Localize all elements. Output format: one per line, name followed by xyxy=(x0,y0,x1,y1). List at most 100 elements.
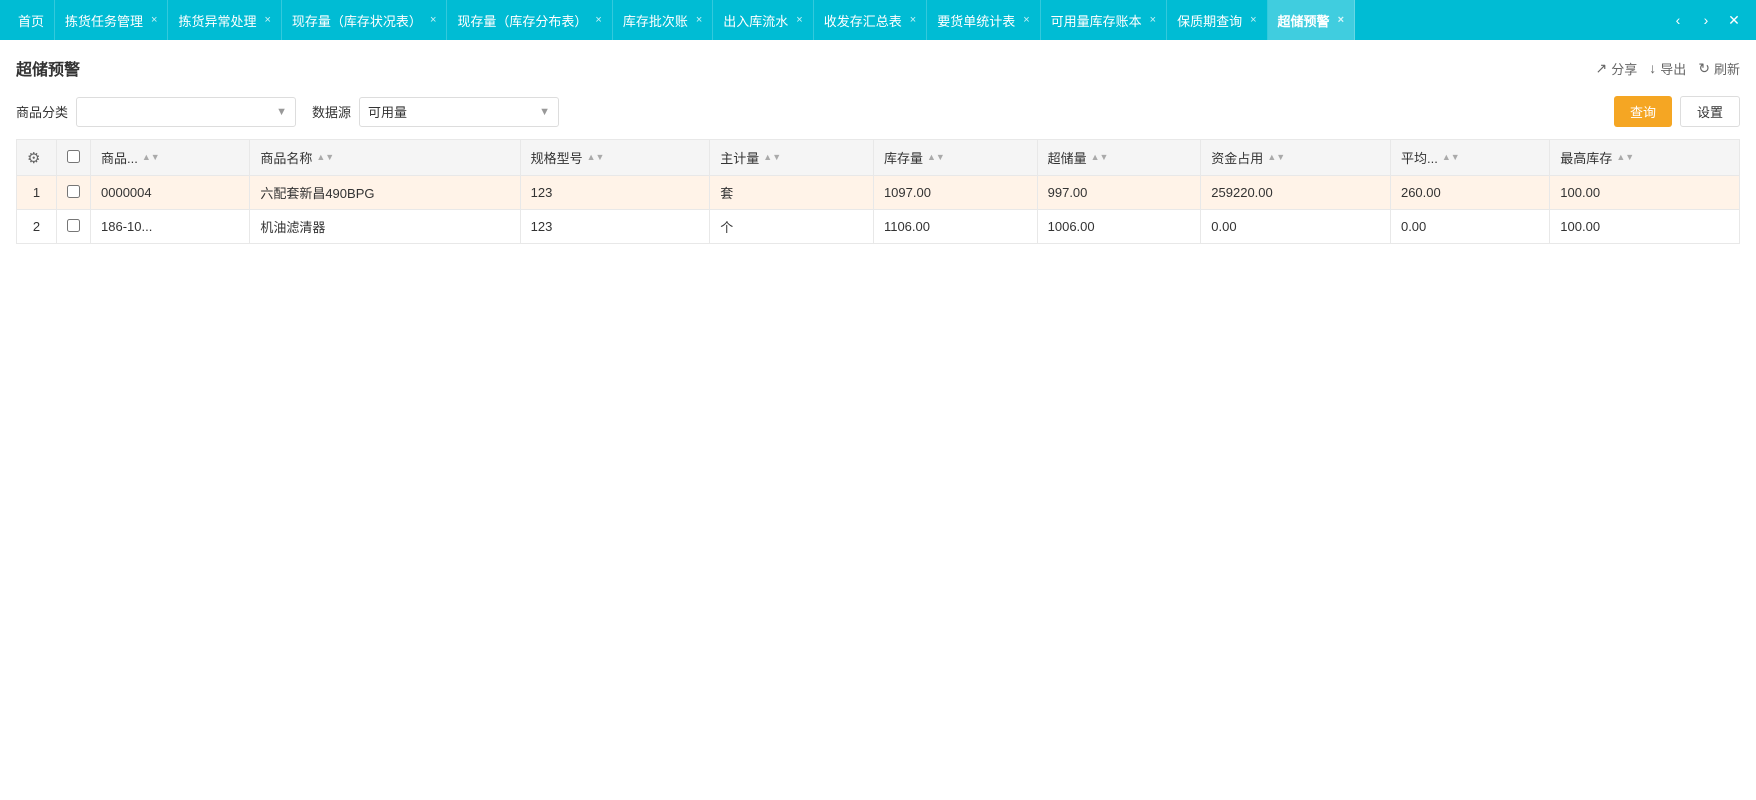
nav-item-label-2: 拣货异常处理 xyxy=(178,11,256,30)
row-unit-1: 个 xyxy=(710,210,874,244)
settings-gear-icon[interactable]: ⚙ xyxy=(27,150,40,167)
category-dropdown-icon: ▼ xyxy=(276,106,287,118)
nav-item-label-0: 首页 xyxy=(18,11,44,30)
nav-item-7[interactable]: 收发存汇总表 × xyxy=(814,0,927,40)
th-overstock: 超储量 ▲▼ xyxy=(1037,140,1201,176)
export-label: 导出 xyxy=(1660,59,1686,78)
nav-item-5[interactable]: 库存批次账 × xyxy=(613,0,713,40)
th-checkbox xyxy=(57,140,91,176)
export-button[interactable]: ↓ 导出 xyxy=(1649,59,1686,78)
table-body: 1 0000004 六配套新昌490BPG 123 套 1097.00 997.… xyxy=(17,176,1740,244)
row-overstock-0: 997.00 xyxy=(1037,176,1201,210)
th-avg-label: 平均... xyxy=(1401,148,1438,167)
refresh-button[interactable]: ↻ 刷新 xyxy=(1698,59,1740,78)
nav-item-8[interactable]: 要货单统计表 × xyxy=(927,0,1040,40)
row-checkbox-cell-0 xyxy=(57,176,91,210)
nav-prev-arrow[interactable]: ‹ xyxy=(1664,0,1692,40)
row-avg-0: 260.00 xyxy=(1390,176,1549,210)
nav-item-label-3: 现存量（库存状况表） xyxy=(292,11,422,30)
datasource-dropdown-icon: ▼ xyxy=(539,106,550,118)
row-name-1: 机油滤清器 xyxy=(250,210,520,244)
th-code-sort-icon[interactable]: ▲▼ xyxy=(142,153,160,162)
nav-item-label-9: 可用量库存账本 xyxy=(1051,11,1142,30)
nav-item-label-4: 现存量（库存分布表） xyxy=(457,11,587,30)
th-name-sort-icon[interactable]: ▲▼ xyxy=(316,153,334,162)
row-num-1: 2 xyxy=(17,210,57,244)
category-select[interactable]: ▼ xyxy=(76,97,296,127)
nav-close-5[interactable]: × xyxy=(696,14,702,26)
nav-item-label-8: 要货单统计表 xyxy=(937,11,1015,30)
nav-item-label-5: 库存批次账 xyxy=(623,11,688,30)
th-avg: 平均... ▲▼ xyxy=(1390,140,1549,176)
nav-close-7[interactable]: × xyxy=(910,14,916,26)
nav-close-2[interactable]: × xyxy=(264,14,270,26)
settings-button[interactable]: 设置 xyxy=(1680,96,1740,127)
nav-close-6[interactable]: × xyxy=(796,14,802,26)
header-row: ⚙ 商品... ▲▼ 商品名称 ▲▼ xyxy=(17,140,1740,176)
nav-item-0[interactable]: 首页 xyxy=(8,0,55,40)
nav-item-6[interactable]: 出入库流水× xyxy=(713,0,813,40)
table-row: 2 186-10... 机油滤清器 123 个 1106.00 1006.00 … xyxy=(17,210,1740,244)
nav-item-2[interactable]: 拣货异常处理 × xyxy=(168,0,281,40)
nav-close-arrow[interactable]: ✕ xyxy=(1720,0,1748,40)
nav-item-label-1: 拣货任务管理 xyxy=(65,11,143,30)
th-spec-label: 规格型号 xyxy=(531,148,583,167)
nav-next-arrow[interactable]: › xyxy=(1692,0,1720,40)
th-code: 商品... ▲▼ xyxy=(91,140,250,176)
th-maxstock: 最高库存 ▲▼ xyxy=(1550,140,1740,176)
row-name-0: 六配套新昌490BPG xyxy=(250,176,520,210)
th-code-label: 商品... xyxy=(101,148,138,167)
nav-item-1[interactable]: 拣货任务管理 × xyxy=(55,0,168,40)
nav-close-3[interactable]: × xyxy=(430,14,436,26)
nav-item-3[interactable]: 现存量（库存状况表） × xyxy=(282,0,447,40)
row-overstock-1: 1006.00 xyxy=(1037,210,1201,244)
row-num-0: 1 xyxy=(17,176,57,210)
nav-close-4[interactable]: × xyxy=(595,14,601,26)
row-unit-0: 套 xyxy=(710,176,874,210)
th-capital-sort-icon[interactable]: ▲▼ xyxy=(1267,153,1285,162)
table-row: 1 0000004 六配套新昌490BPG 123 套 1097.00 997.… xyxy=(17,176,1740,210)
nav-item-11[interactable]: 超储预警 × xyxy=(1268,0,1355,40)
share-button[interactable]: ↗ 分享 xyxy=(1595,59,1637,78)
th-avg-sort-icon[interactable]: ▲▼ xyxy=(1442,153,1460,162)
nav-bar: 首页拣货任务管理×拣货异常处理×现存量（库存状况表）×现存量（库存分布表）×库存… xyxy=(0,0,1756,40)
row-capital-1: 0.00 xyxy=(1201,210,1391,244)
th-overstock-sort-icon[interactable]: ▲▼ xyxy=(1091,153,1109,162)
th-maxstock-sort-icon[interactable]: ▲▼ xyxy=(1616,153,1634,162)
th-capital-label: 资金占用 xyxy=(1211,148,1263,167)
nav-close-9[interactable]: × xyxy=(1150,14,1156,26)
row-checkbox-cell-1 xyxy=(57,210,91,244)
nav-item-10[interactable]: 保质期查询× xyxy=(1167,0,1267,40)
th-name-label: 商品名称 xyxy=(260,148,312,167)
share-label: 分享 xyxy=(1611,59,1637,78)
export-icon: ↓ xyxy=(1649,60,1656,76)
page-content: 超储预警 ↗ 分享 ↓ 导出 ↻ 刷新 商品分类 ▼ 数据源 xyxy=(0,40,1756,800)
datasource-label: 数据源 xyxy=(312,102,351,121)
nav-item-9[interactable]: 可用量库存账本 × xyxy=(1041,0,1167,40)
row-spec-1: 123 xyxy=(520,210,710,244)
query-button[interactable]: 查询 xyxy=(1614,96,1672,127)
row-maxstock-1: 100.00 xyxy=(1550,210,1740,244)
nav-close-10[interactable]: × xyxy=(1250,14,1256,26)
row-checkbox-1[interactable] xyxy=(67,219,80,232)
nav-item-4[interactable]: 现存量（库存分布表） × xyxy=(447,0,612,40)
nav-close-1[interactable]: × xyxy=(151,14,157,26)
nav-arrows: ‹ › ✕ xyxy=(1664,0,1748,40)
nav-close-8[interactable]: × xyxy=(1023,14,1029,26)
row-checkbox-0[interactable] xyxy=(67,185,80,198)
nav-item-label-11: 超储预警 xyxy=(1278,11,1330,30)
refresh-label: 刷新 xyxy=(1714,59,1740,78)
th-spec-sort-icon[interactable]: ▲▼ xyxy=(587,153,605,162)
th-settings: ⚙ xyxy=(17,140,57,176)
th-name: 商品名称 ▲▼ xyxy=(250,140,520,176)
page-title: 超储预警 xyxy=(16,56,80,80)
th-unit-label: 主计量 xyxy=(720,148,759,167)
th-unit-sort-icon[interactable]: ▲▼ xyxy=(763,153,781,162)
nav-close-11[interactable]: × xyxy=(1338,14,1344,26)
row-stock-0: 1097.00 xyxy=(873,176,1037,210)
select-all-checkbox[interactable] xyxy=(67,150,80,163)
datasource-select[interactable]: 可用量 ▼ xyxy=(359,97,559,127)
category-filter: 商品分类 ▼ xyxy=(16,97,296,127)
nav-item-label-7: 收发存汇总表 xyxy=(824,11,902,30)
th-stock-sort-icon[interactable]: ▲▼ xyxy=(927,153,945,162)
